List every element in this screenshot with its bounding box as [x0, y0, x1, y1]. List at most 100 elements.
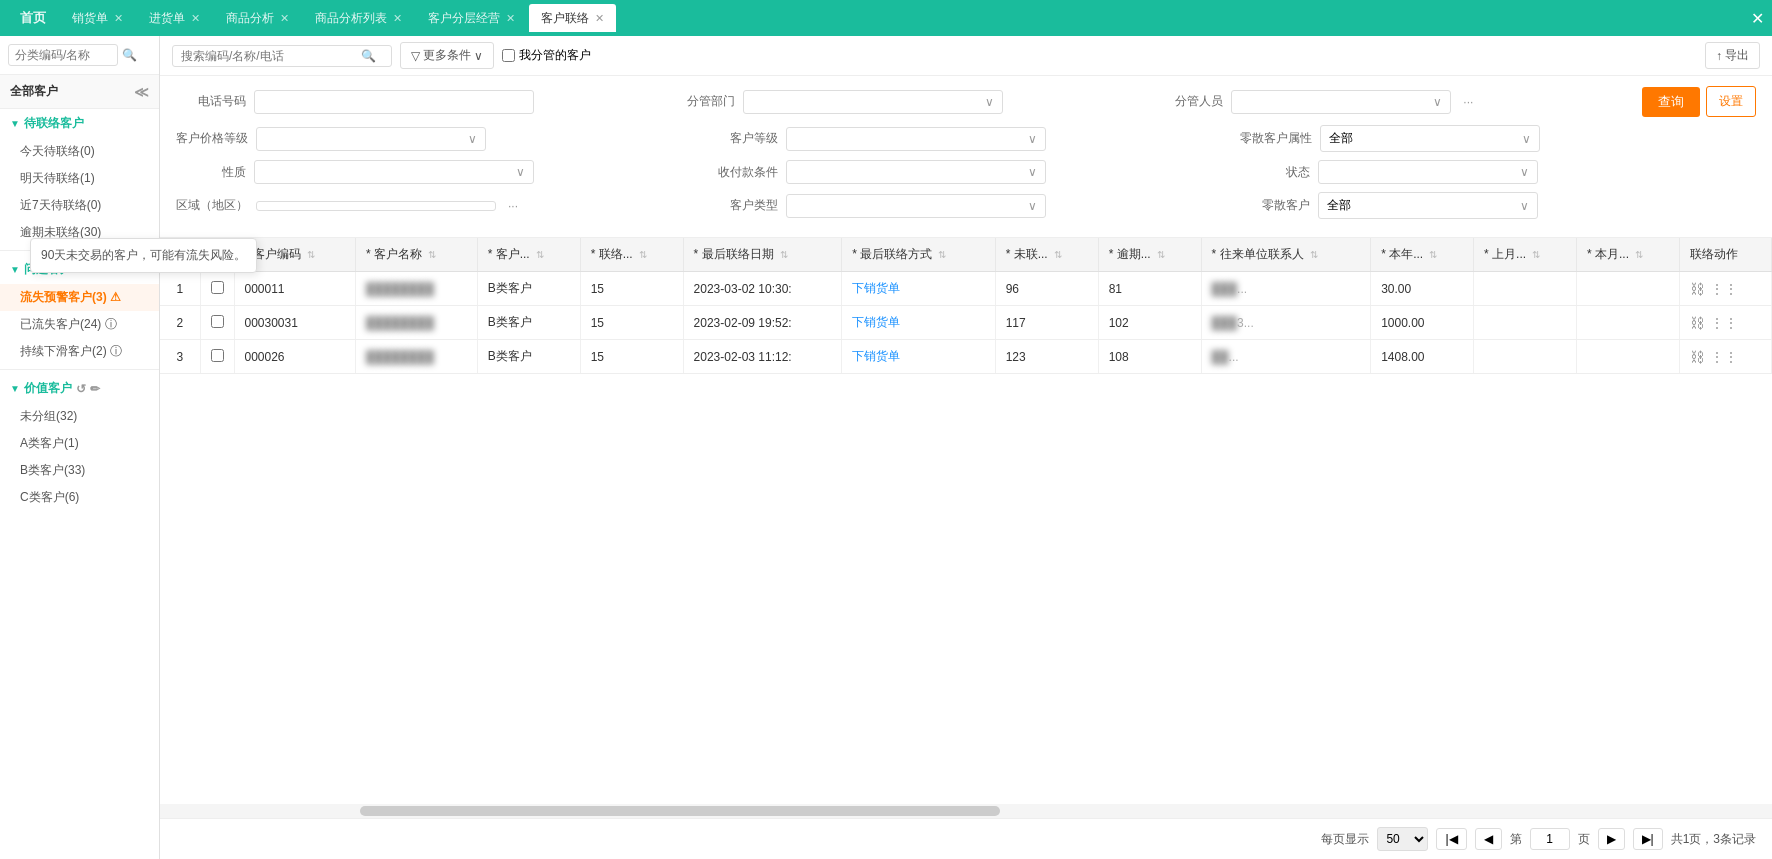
filter-region-dots[interactable]: ··· — [504, 199, 522, 213]
sidebar-item-class-a[interactable]: A类客户(1) — [0, 430, 159, 457]
next-page-btn[interactable]: ▶ — [1598, 828, 1625, 850]
page-input[interactable] — [1530, 828, 1570, 850]
filter-phone-input[interactable] — [254, 90, 534, 114]
row1-checkbox[interactable] — [211, 281, 224, 294]
filter-cust-level-select[interactable]: ∨ — [786, 127, 1046, 151]
sidebar-group-pending[interactable]: ▼ 待联络客户 — [0, 109, 159, 138]
table-header: ⚙ * 客户编码 ⇅ * 客户名称 ⇅ * 客户... ⇅ * 联络... ⇅ … — [160, 238, 1772, 272]
tab-customer-contact-close[interactable]: ✕ — [595, 12, 604, 25]
filter-dept: 分管部门 ∨ — [665, 90, 1138, 114]
filter-price-level-select[interactable]: ∨ — [256, 127, 486, 151]
toolbar-search-icon[interactable]: 🔍 — [361, 49, 376, 63]
scrollbar-thumb[interactable] — [360, 806, 1000, 816]
sidebar-item-declining[interactable]: 持续下滑客户(2) ⓘ — [0, 338, 159, 365]
tab-home[interactable]: 首页 — [8, 4, 58, 32]
row1-last-month — [1474, 272, 1577, 306]
col-this-year[interactable]: * 本年... ⇅ — [1371, 238, 1474, 272]
filter-person-select[interactable]: ∨ — [1231, 90, 1451, 114]
sidebar-group-value-edit[interactable]: ✏ — [90, 382, 100, 396]
tab-customer-tier[interactable]: 客户分层经营 ✕ — [416, 4, 527, 32]
tab-purchase-close[interactable]: ✕ — [191, 12, 200, 25]
filter-status-select[interactable]: ∨ — [1318, 160, 1538, 184]
filter-payment-select[interactable]: ∨ — [786, 160, 1046, 184]
col-this-month[interactable]: * 本月... ⇅ — [1577, 238, 1680, 272]
row2-link-icon[interactable]: ⛓ — [1690, 315, 1704, 331]
col-last-date-sort: ⇅ — [780, 249, 788, 260]
filter-region-select[interactable] — [256, 201, 496, 211]
my-customers-checkbox[interactable]: 我分管的客户 — [502, 47, 591, 64]
tab-analysis[interactable]: 商品分析 ✕ — [214, 4, 301, 32]
col-last-method[interactable]: * 最后联络方式 ⇅ — [842, 238, 996, 272]
row2-grid-icon[interactable]: ⋮⋮ — [1710, 315, 1738, 331]
sidebar-item-class-b[interactable]: B类客户(33) — [0, 457, 159, 484]
sidebar-group-value[interactable]: ▼ 价值客户 ↺ ✏ — [0, 374, 159, 403]
chevron-down-icon: ∨ — [474, 49, 483, 63]
row3-checkbox[interactable] — [211, 349, 224, 362]
filter-row-4: 区域（地区） ··· 客户类型 ∨ 零散客户 全部 — [176, 192, 1756, 219]
row1-link-icon[interactable]: ⛓ — [1690, 281, 1704, 297]
filter-person-dots[interactable]: ··· — [1459, 95, 1477, 109]
sidebar-search-icon[interactable]: 🔍 — [122, 48, 137, 62]
my-customers-check[interactable] — [502, 49, 515, 62]
filter-cust-type-select[interactable]: ∨ — [786, 194, 1046, 218]
filter-nature-select[interactable]: ∨ — [254, 160, 534, 184]
sidebar-collapse-icon[interactable]: ≪ — [134, 84, 149, 100]
first-page-btn[interactable]: |◀ — [1436, 828, 1466, 850]
tab-close-all[interactable]: ✕ — [1751, 9, 1764, 28]
sidebar-item-unclassified[interactable]: 未分组(32) — [0, 403, 159, 430]
row3-grid-icon[interactable]: ⋮⋮ — [1710, 349, 1738, 365]
tab-sales-close[interactable]: ✕ — [114, 12, 123, 25]
col-overdue[interactable]: * 逾期... ⇅ — [1098, 238, 1201, 272]
filter-scatter-cust-select[interactable]: 全部 ∨ — [1318, 192, 1538, 219]
row2-checkbox[interactable] — [211, 315, 224, 328]
prev-page-btn[interactable]: ◀ — [1475, 828, 1502, 850]
last-page-btn[interactable]: ▶| — [1633, 828, 1663, 850]
sidebar-item-7days[interactable]: 近7天待联络(0) — [0, 192, 159, 219]
sidebar-item-churned[interactable]: 已流失客户(24) ⓘ — [0, 311, 159, 338]
more-conditions-btn[interactable]: ▽ 更多条件 ∨ — [400, 42, 494, 69]
tab-analysis-list[interactable]: 商品分析列表 ✕ — [303, 4, 414, 32]
sidebar-item-today[interactable]: 今天待联络(0) — [0, 138, 159, 165]
filter-scatter-attr-select[interactable]: 全部 ∨ — [1320, 125, 1540, 152]
tab-customer-contact[interactable]: 客户联络 ✕ — [529, 4, 616, 32]
filter-dept-select[interactable]: ∨ — [743, 90, 1003, 114]
row3-check[interactable] — [200, 340, 234, 374]
tab-purchase[interactable]: 进货单 ✕ — [137, 4, 212, 32]
filter-cust-type-label: 客户类型 — [708, 197, 778, 214]
row2-code: 00030031 — [234, 306, 356, 340]
export-btn[interactable]: ↑ 导出 — [1705, 42, 1760, 69]
filter-icon: ▽ — [411, 49, 420, 63]
row2-type: B类客户 — [477, 306, 580, 340]
sidebar-item-churn-warning[interactable]: 流失预警客户(3) ⚠ — [0, 284, 159, 311]
row1-check[interactable] — [200, 272, 234, 306]
col-unlinkd[interactable]: * 未联... ⇅ — [995, 238, 1098, 272]
col-last-month[interactable]: * 上月... ⇅ — [1474, 238, 1577, 272]
tab-sales[interactable]: 销货单 ✕ — [60, 4, 135, 32]
col-name[interactable]: * 客户名称 ⇅ — [356, 238, 478, 272]
col-liaison[interactable]: * 往来单位联系人 ⇅ — [1201, 238, 1371, 272]
tab-customer-tier-close[interactable]: ✕ — [506, 12, 515, 25]
col-last-date[interactable]: * 最后联络日期 ⇅ — [683, 238, 842, 272]
row3-last-method[interactable]: 下销货单 — [842, 340, 996, 374]
per-page-select[interactable]: 50 100 200 — [1377, 827, 1428, 851]
horizontal-scrollbar[interactable] — [160, 804, 1772, 818]
row1-grid-icon[interactable]: ⋮⋮ — [1710, 281, 1738, 297]
filter-price-level-arrow: ∨ — [468, 132, 477, 146]
settings-btn[interactable]: 设置 — [1706, 86, 1756, 117]
sidebar-item-class-c[interactable]: C类客户(6) — [0, 484, 159, 511]
row2-check[interactable] — [200, 306, 234, 340]
tab-analysis-close[interactable]: ✕ — [280, 12, 289, 25]
row3-link-icon[interactable]: ⛓ — [1690, 349, 1704, 365]
toolbar-search-input[interactable] — [181, 49, 361, 63]
row2-unlinkd: 117 — [995, 306, 1098, 340]
sidebar-search-input[interactable] — [8, 44, 118, 66]
tab-analysis-list-close[interactable]: ✕ — [393, 12, 402, 25]
row1-this-month — [1577, 272, 1680, 306]
col-type[interactable]: * 客户... ⇅ — [477, 238, 580, 272]
row1-last-method[interactable]: 下销货单 — [842, 272, 996, 306]
row2-last-method[interactable]: 下销货单 — [842, 306, 996, 340]
col-contact-num[interactable]: * 联络... ⇅ — [580, 238, 683, 272]
query-btn[interactable]: 查询 — [1642, 87, 1700, 117]
sidebar-group-value-refresh[interactable]: ↺ — [76, 382, 86, 396]
sidebar-item-tomorrow[interactable]: 明天待联络(1) — [0, 165, 159, 192]
